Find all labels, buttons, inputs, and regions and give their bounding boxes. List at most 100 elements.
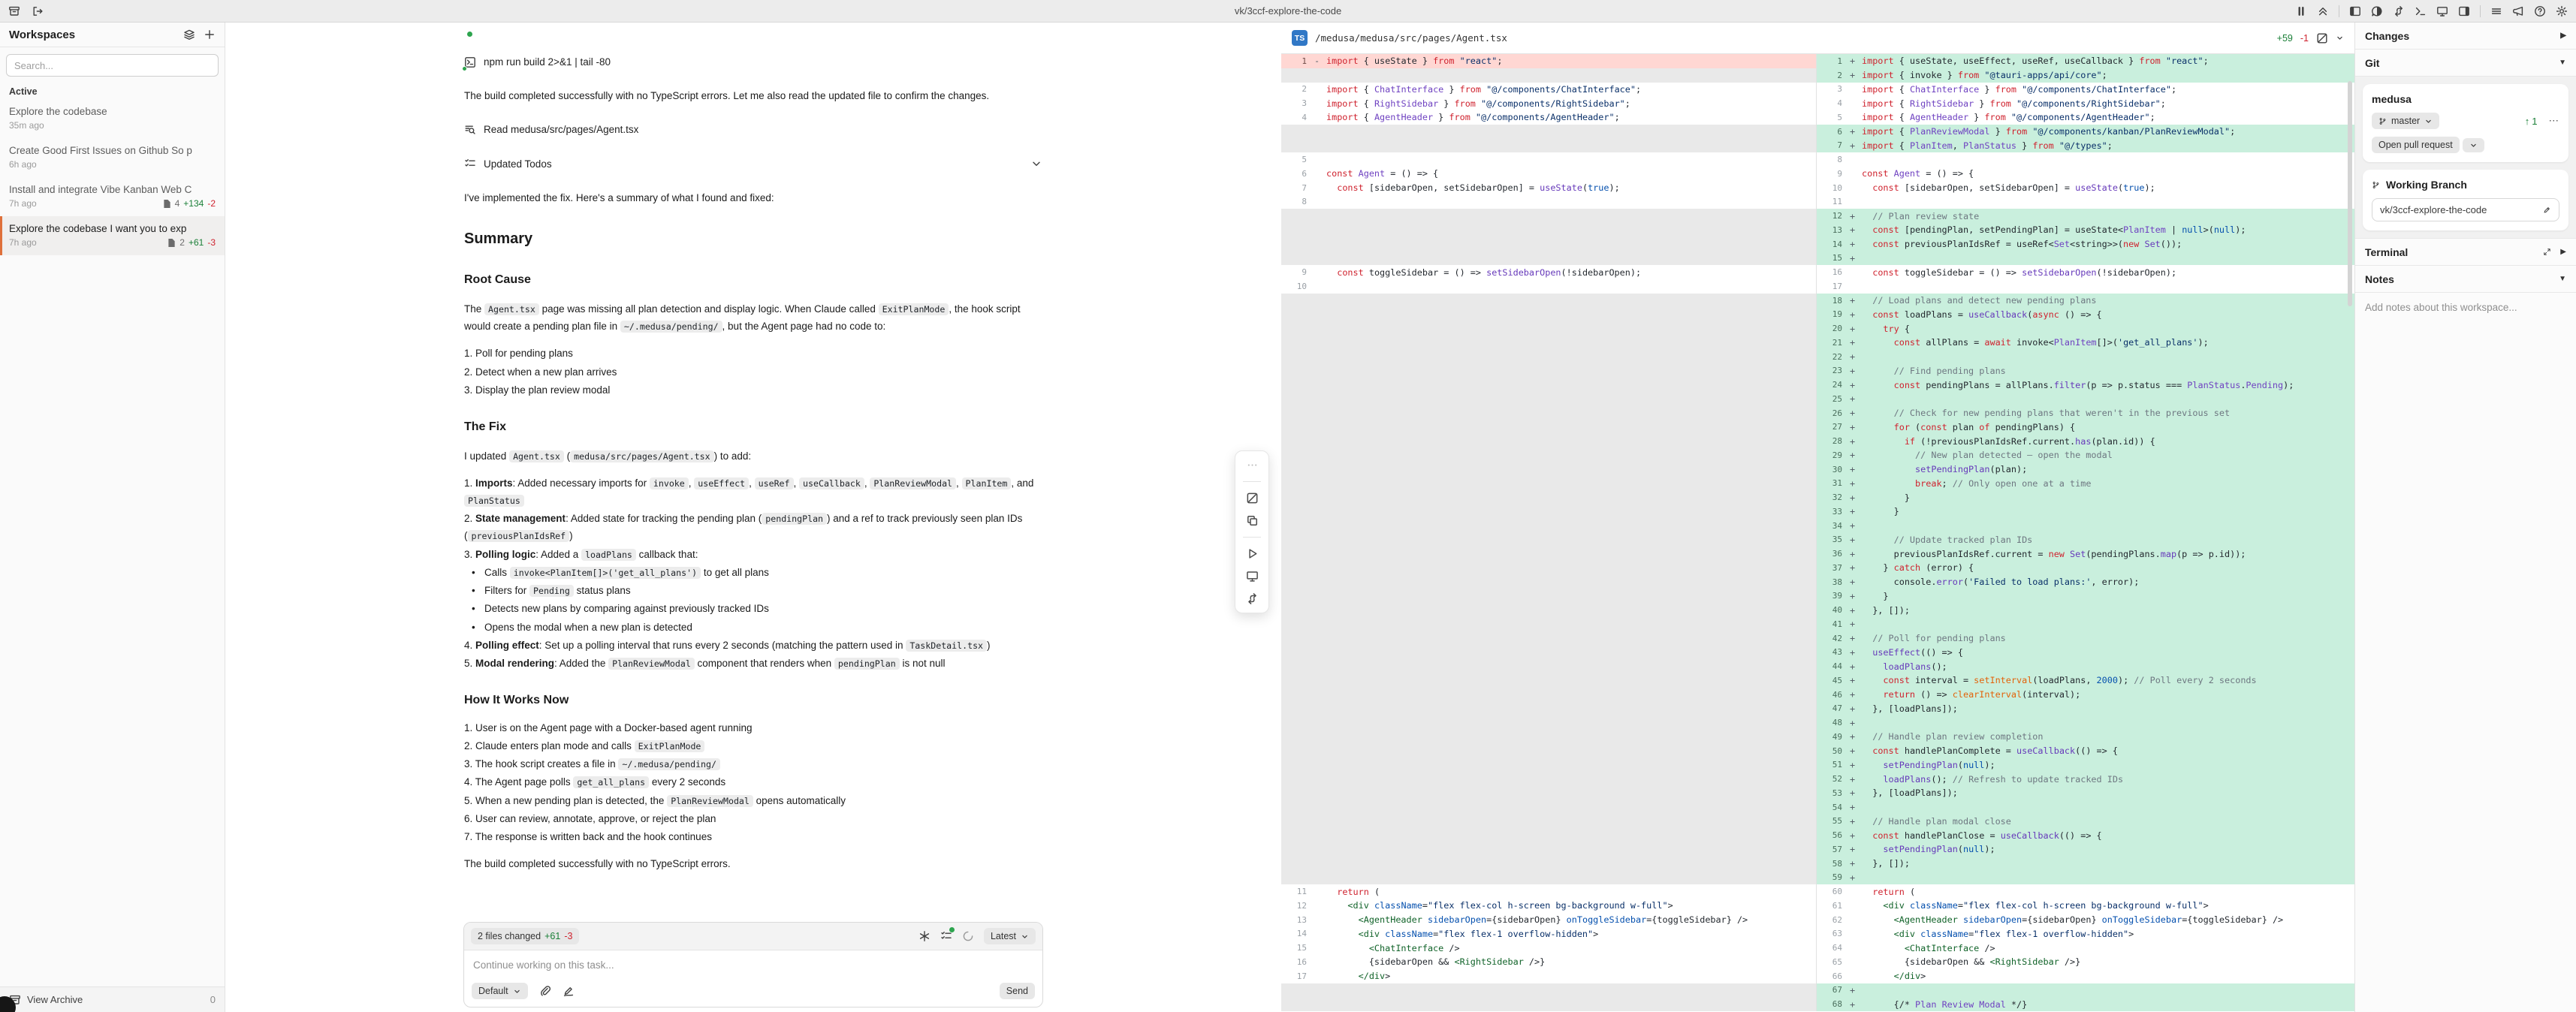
version-selector[interactable]: Latest <box>984 928 1036 944</box>
diff-new-cell: 48+ <box>1817 715 2354 730</box>
diff-row: 57+ setPendingPlan(null); <box>1281 842 2354 857</box>
diff-new-cell: 4import { RightSidebar } from "@/compone… <box>1817 96 2354 110</box>
diff-row: 49+ // Handle plan review completion <box>1281 730 2354 744</box>
diff-old-cell <box>1281 504 1817 519</box>
working-branch-input[interactable]: vk/3ccf-explore-the-code <box>2372 198 2559 221</box>
pencil-icon[interactable] <box>2543 206 2551 214</box>
copy-icon[interactable] <box>1246 514 1259 527</box>
diff-old-cell <box>1281 646 1817 660</box>
diff-body[interactable]: 1-import { useState } from "react";1+imp… <box>1281 54 2354 1012</box>
composer-controls: Default Send <box>464 980 1042 1007</box>
workspace-item[interactable]: Install and integrate Vibe Kanban Web C7… <box>0 177 225 216</box>
terminal-label: Terminal <box>2365 246 2408 258</box>
repo-more-button[interactable]: ⋯ <box>2549 115 2560 127</box>
file-search-icon <box>464 124 476 136</box>
status-dot <box>467 32 472 37</box>
drag-dots-icon[interactable] <box>1246 459 1259 471</box>
diff-row: 13+ const [pendingPlan, setPendingPlan] … <box>1281 223 2354 237</box>
monitor-icon[interactable] <box>2436 5 2448 17</box>
archive-icon[interactable] <box>8 5 20 17</box>
diff-slash-icon[interactable] <box>1246 492 1259 504</box>
diff-new-cell: 61 <div className="flex flex-col h-scree… <box>1817 899 2354 913</box>
diff-new-cell: 68+ {/* Plan Review Modal */} <box>1817 997 2354 1011</box>
diff-scrollbar[interactable] <box>2348 81 2352 306</box>
diff-new-cell: 47+ }, [loadPlans]); <box>1817 702 2354 716</box>
panel-left-icon[interactable] <box>2349 5 2361 17</box>
diff-new-cell: 42+ // Poll for pending plans <box>1817 631 2354 646</box>
workspace-time: 7h ago <box>9 198 37 209</box>
pr-options-button[interactable] <box>2463 138 2484 152</box>
diff-new-cell: 26+ // Check for new pending plans that … <box>1817 406 2354 420</box>
chat-bubble-icon[interactable] <box>2371 5 2383 17</box>
diff-new-cell: 64 <ChatInterface /> <box>1817 941 2354 955</box>
layers-icon[interactable] <box>183 29 195 41</box>
git-compare-icon[interactable] <box>1246 592 1259 605</box>
search-input[interactable] <box>6 54 219 77</box>
megaphone-icon[interactable] <box>2512 5 2524 17</box>
diff-row: 41+ <box>1281 617 2354 631</box>
view-archive-button[interactable]: View Archive 0 <box>0 986 225 1012</box>
diff-old-cell: 6const Agent = () => { <box>1281 167 1817 181</box>
diff-new-cell: 56+ const handlePlanClose = useCallback(… <box>1817 828 2354 842</box>
view-archive-label: View Archive <box>27 994 83 1005</box>
section-terminal[interactable]: Terminal ▶ <box>2355 239 2576 266</box>
help-icon[interactable] <box>2534 5 2546 17</box>
section-changes[interactable]: Changes ▶ <box>2355 23 2576 50</box>
diff-new-cell: 10 const [sidebarOpen, setSidebarOpen] =… <box>1817 181 2354 195</box>
workspace-item[interactable]: Explore the codebase I want you to exp7h… <box>0 216 225 255</box>
terminal-icon[interactable] <box>2415 5 2427 17</box>
pen-icon[interactable] <box>563 985 575 997</box>
panel-right-icon[interactable] <box>2458 5 2470 17</box>
monitor-icon[interactable] <box>1246 570 1259 583</box>
diff-new-cell: 14+ const previousPlanIdsRef = useRef<Se… <box>1817 237 2354 251</box>
diff-row: 19+ const loadPlans = useCallback(async … <box>1281 308 2354 322</box>
workspace-item[interactable]: Create Good First Issues on Github So p6… <box>0 138 225 177</box>
gear-icon[interactable] <box>2556 5 2568 17</box>
workspaces-header: Workspaces <box>0 23 225 47</box>
section-notes[interactable]: Notes ▼ <box>2355 266 2576 293</box>
mode-selector[interactable]: Default <box>472 983 528 999</box>
diff-new-cell: 55+ // Handle plan modal close <box>1817 815 2354 829</box>
spark-icon[interactable] <box>918 930 931 942</box>
message-input[interactable]: Continue working on this task... <box>464 950 1042 980</box>
repo-card: medusa master ↑1 ⋯ Open pull requ <box>2363 84 2568 162</box>
diff-new-cell: 28+ if (!previousPlanIdsRef.current.has(… <box>1817 434 2354 448</box>
diff-row: 47+ }, [loadPlans]); <box>1281 702 2354 716</box>
branch-selector[interactable]: master <box>2372 113 2439 129</box>
section-git[interactable]: Git ▼ <box>2355 50 2576 77</box>
list-item: 1. Poll for pending plans <box>464 345 1042 362</box>
git-compare-icon[interactable] <box>2393 5 2405 17</box>
diff-row: 15 <ChatInterface />64 <ChatInterface /> <box>1281 941 2354 955</box>
open-pr-button[interactable]: Open pull request <box>2372 137 2460 153</box>
paragraph: The Agent.tsx page was missing all plan … <box>464 300 1042 335</box>
list-item: 1. User is on the Agent page with a Dock… <box>464 719 1042 736</box>
bash-command-row[interactable]: npm run build 2>&1 | tail -80 <box>464 53 1042 71</box>
panel-close-icon[interactable] <box>32 5 44 17</box>
diff-new-cell: 11 <box>1817 195 2354 209</box>
play-icon[interactable] <box>1246 547 1259 560</box>
expand-icon[interactable] <box>2543 248 2551 256</box>
workspace-item[interactable]: Explore the codebase35m ago <box>0 99 225 138</box>
diff-old-cell: 17 </div> <box>1281 969 1817 983</box>
branch-name: master <box>2391 116 2420 126</box>
updated-todos-row[interactable]: Updated Todos <box>464 155 1042 173</box>
diff-old-cell <box>1281 350 1817 364</box>
plus-icon[interactable] <box>204 29 216 41</box>
send-button[interactable]: Send <box>1000 983 1035 999</box>
paperclip-icon[interactable] <box>539 985 551 997</box>
diff-row: 50+ const handlePlanComplete = useCallba… <box>1281 744 2354 758</box>
chat-scroll-area[interactable]: npm run build 2>&1 | tail -80The build c… <box>225 23 1281 907</box>
diff-slash-icon[interactable] <box>2316 32 2328 44</box>
diff-row: 36+ previousPlanIdsRef.current = new Set… <box>1281 547 2354 561</box>
notes-input[interactable]: Add notes about this workspace... <box>2355 293 2576 322</box>
files-changed-chip[interactable]: 2 files changed +61 -3 <box>471 928 579 944</box>
menu-icon[interactable] <box>2490 5 2502 17</box>
checklist-icon[interactable] <box>940 930 952 942</box>
chevrons-up-icon[interactable] <box>2317 5 2329 17</box>
pause-icon[interactable] <box>2295 5 2307 17</box>
read-file-row[interactable]: Read medusa/src/pages/Agent.tsx <box>464 121 1042 138</box>
diff-file-header[interactable]: TS /medusa/medusa/src/pages/Agent.tsx +5… <box>1281 23 2354 54</box>
chevron-down-icon[interactable] <box>1030 158 1042 170</box>
diff-row: 39+ } <box>1281 589 2354 604</box>
chevron-down-small-icon[interactable] <box>2336 34 2344 42</box>
